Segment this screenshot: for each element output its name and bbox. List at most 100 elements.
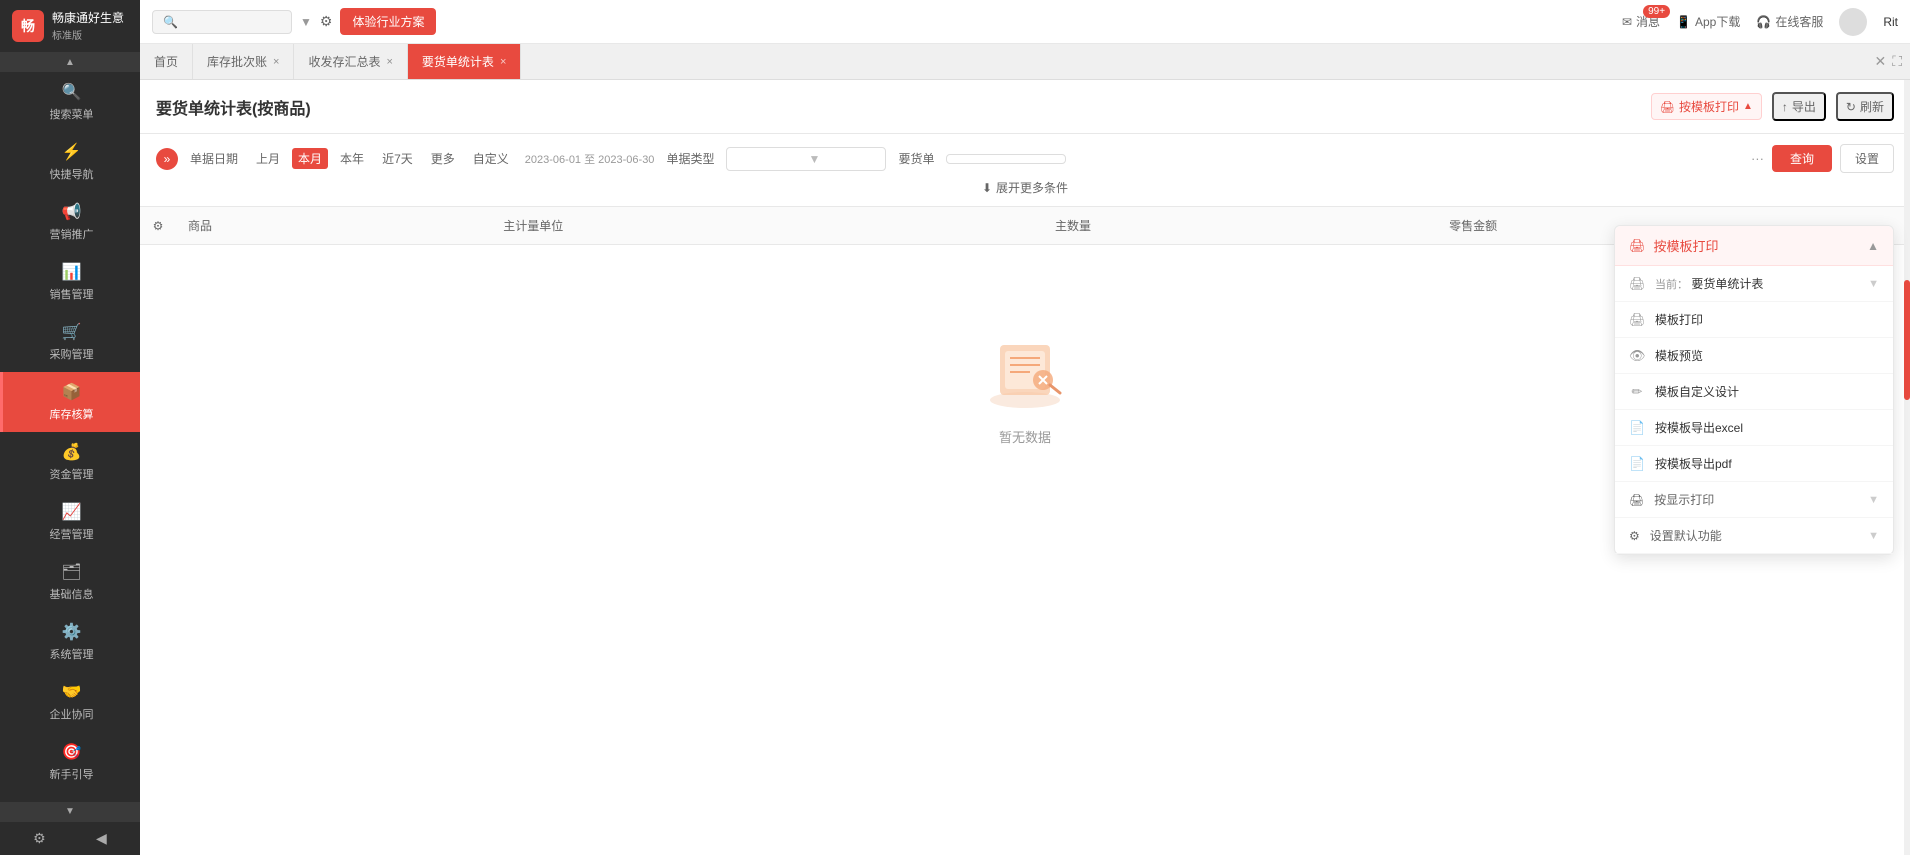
date-filter-label: 单据日期 <box>190 150 238 167</box>
date-this-year[interactable]: 本年 <box>334 148 370 169</box>
app-version: 标准版 <box>52 27 124 42</box>
messages-badge[interactable]: ✉ 消息 99+ <box>1622 13 1660 30</box>
date-range-display: 2023-06-01 至 2023-06-30 <box>525 151 655 167</box>
maximize-tab-icon[interactable]: ⛶ <box>1892 53 1902 70</box>
set-default-icon: ⚙ <box>1629 529 1640 543</box>
query-button[interactable]: 查询 <box>1772 145 1832 172</box>
message-icon: ✉ <box>1622 15 1632 29</box>
table-col-settings[interactable]: ⚙ <box>140 207 176 245</box>
sidebar: 畅 畅康通好生意 标准版 ▲ 🔍 搜索菜单 ⚡ 快捷导航 📢 营销推广 📊 销售… <box>0 0 140 855</box>
empty-state-illustration <box>975 325 1075 415</box>
user-name[interactable]: Rit <box>1883 15 1898 29</box>
sidebar-item-system[interactable]: ⚙️ 系统管理 <box>0 612 140 672</box>
close-tab-icon[interactable]: ✕ <box>1874 53 1886 70</box>
sidebar-collapse-icon[interactable]: ◀ <box>96 830 107 847</box>
main-area: 🔍 ▼ ⚙ 体验行业方案 ✉ 消息 99+ 📱 App下载 🎧 在线客服 Rit <box>140 0 1910 855</box>
expand-icon[interactable]: ▼ <box>300 15 312 29</box>
col-unit: 主计量单位 <box>491 207 1043 245</box>
sidebar-scroll-down[interactable]: ▼ <box>0 802 140 821</box>
quick-nav-icon: ⚡ <box>62 142 82 162</box>
settings-btn[interactable]: 设置 <box>1840 144 1894 173</box>
dropdown-item-export-pdf[interactable]: 📄 按模板导出pdf <box>1615 446 1893 482</box>
print-template-button[interactable]: 🖨 按模板打印 ▲ <box>1651 93 1762 120</box>
more-options-icon[interactable]: ··· <box>1751 151 1764 166</box>
purchase-icon: 🛒 <box>62 322 82 342</box>
dropdown-item-export-excel[interactable]: 📄 按模板导出excel <box>1615 410 1893 446</box>
dropdown-item-display-print[interactable]: 🖨 按显示打印 ▼ <box>1615 482 1893 518</box>
top-bar: 🔍 ▼ ⚙ 体验行业方案 ✉ 消息 99+ 📱 App下载 🎧 在线客服 Rit <box>140 0 1910 44</box>
bill-type-select[interactable]: ▼ <box>726 147 886 171</box>
refresh-button[interactable]: ↻ 刷新 <box>1836 92 1894 121</box>
sidebar-item-operation[interactable]: 📈 经营管理 <box>0 492 140 552</box>
current-chevron-icon: ▼ <box>1868 278 1879 290</box>
column-settings-icon[interactable]: ⚙ <box>153 219 164 233</box>
current-template-name: 要货单统计表 <box>1691 277 1763 291</box>
pdf-icon: 📄 <box>1629 456 1645 472</box>
sidebar-scroll-up[interactable]: ▲ <box>0 53 140 72</box>
print-dropdown: 🖨 按模板打印 ▲ 🖨 当前： 要货单统计表 ▼ 🖨 模板打印 <box>1614 225 1894 555</box>
sidebar-settings-icon[interactable]: ⚙ <box>33 830 46 847</box>
page-actions: 🖨 按模板打印 ▲ ↑ 导出 ↻ 刷新 <box>1651 92 1894 121</box>
sidebar-item-basic[interactable]: 🗂 基础信息 <box>0 552 140 612</box>
current-template-icon: 🖨 <box>1629 276 1645 292</box>
filter-expand-btn[interactable]: » <box>156 148 178 170</box>
filter-area: » 单据日期 上月 本月 本年 近7天 更多 自定义 2023-06-01 至 … <box>140 134 1910 207</box>
date-7days[interactable]: 近7天 <box>376 148 419 169</box>
top-bar-right: ✉ 消息 99+ 📱 App下载 🎧 在线客服 Rit <box>1622 8 1898 36</box>
dropdown-item-template-preview[interactable]: 👁 模板预览 <box>1615 338 1893 374</box>
dropdown-header: 🖨 按模板打印 ▲ <box>1615 226 1893 266</box>
page-header: 要货单统计表(按商品) 🖨 按模板打印 ▲ ↑ 导出 ↻ 刷新 <box>140 80 1910 134</box>
trial-button[interactable]: 体验行业方案 <box>340 8 436 35</box>
sidebar-item-appstore[interactable]: 🔲 应用中心 <box>0 792 140 802</box>
sidebar-item-quick-nav[interactable]: ⚡ 快捷导航 <box>0 132 140 192</box>
app-name: 畅康通好生意 <box>52 10 124 27</box>
sidebar-item-search[interactable]: 🔍 搜索菜单 <box>0 72 140 132</box>
sidebar-item-guide[interactable]: 🎯 新手引导 <box>0 732 140 792</box>
dropdown-collapse-icon[interactable]: ▲ <box>1867 239 1879 253</box>
display-print-icon: 🖨 <box>1629 493 1644 507</box>
sidebar-item-inventory[interactable]: 📦 库存核算 <box>0 372 140 432</box>
download-icon: 📱 <box>1676 15 1691 29</box>
search-input[interactable]: 🔍 <box>152 10 292 34</box>
date-custom[interactable]: 自定义 <box>467 148 515 169</box>
tab-close-order-stats[interactable]: × <box>500 56 506 68</box>
sidebar-item-collab[interactable]: 🤝 企业协同 <box>0 672 140 732</box>
app-download-btn[interactable]: 📱 App下载 <box>1676 13 1740 30</box>
search-nav-icon: 🔍 <box>62 82 82 102</box>
system-icon: ⚙️ <box>62 622 82 642</box>
date-prev-month[interactable]: 上月 <box>250 148 286 169</box>
sidebar-item-marketing[interactable]: 📢 营销推广 <box>0 192 140 252</box>
tab-order-stats[interactable]: 要货单统计表 × <box>408 44 521 79</box>
date-current-month[interactable]: 本月 <box>292 148 328 169</box>
tab-inventory-batch[interactable]: 库存批次账 × <box>193 44 294 79</box>
refresh-icon: ↻ <box>1846 100 1856 114</box>
sidebar-item-purchase[interactable]: 🛒 采购管理 <box>0 312 140 372</box>
expand-more-conditions-btn[interactable]: ⬇ 展开更多条件 <box>982 179 1068 196</box>
dropdown-current-item[interactable]: 🖨 当前： 要货单统计表 ▼ <box>1615 266 1893 302</box>
sidebar-item-finance[interactable]: 💰 资金管理 <box>0 432 140 492</box>
customer-service-btn[interactable]: 🎧 在线客服 <box>1756 13 1823 30</box>
tab-home[interactable]: 首页 <box>140 44 193 79</box>
dropdown-item-template-print[interactable]: 🖨 模板打印 <box>1615 302 1893 338</box>
tab-close-receipt-summary[interactable]: × <box>386 56 392 68</box>
user-avatar[interactable] <box>1839 8 1867 36</box>
scrollbar-thumb[interactable] <box>1904 280 1910 400</box>
export-button[interactable]: ↑ 导出 <box>1772 92 1826 121</box>
tab-receipt-summary[interactable]: 收发存汇总表 × <box>294 44 407 79</box>
logo-icon: 畅 <box>12 10 44 42</box>
sidebar-item-sales[interactable]: 📊 销售管理 <box>0 252 140 312</box>
sidebar-footer: ⚙ ◀ <box>0 821 140 855</box>
sidebar-nav: 🔍 搜索菜单 ⚡ 快捷导航 📢 营销推广 📊 销售管理 🛒 采购管理 📦 库存核… <box>0 72 140 802</box>
dropdown-item-template-design[interactable]: ✏ 模板自定义设计 <box>1615 374 1893 410</box>
dropdown-item-set-default[interactable]: ⚙ 设置默认功能 ▼ <box>1615 518 1893 554</box>
printer-icon: 🖨 <box>1660 100 1675 114</box>
collab-icon: 🤝 <box>62 682 82 702</box>
tabs-right-controls: ✕ ⛶ <box>1874 53 1910 70</box>
tab-close-inventory-batch[interactable]: × <box>273 56 279 68</box>
date-more[interactable]: 更多 <box>425 148 461 169</box>
tabs-bar: 首页 库存批次账 × 收发存汇总表 × 要货单统计表 × ✕ ⛶ <box>140 44 1910 80</box>
scrollbar-track <box>1904 80 1910 855</box>
goods-filter-input[interactable] <box>946 154 1066 164</box>
settings-icon[interactable]: ⚙ <box>320 13 333 30</box>
finance-icon: 💰 <box>62 442 82 462</box>
